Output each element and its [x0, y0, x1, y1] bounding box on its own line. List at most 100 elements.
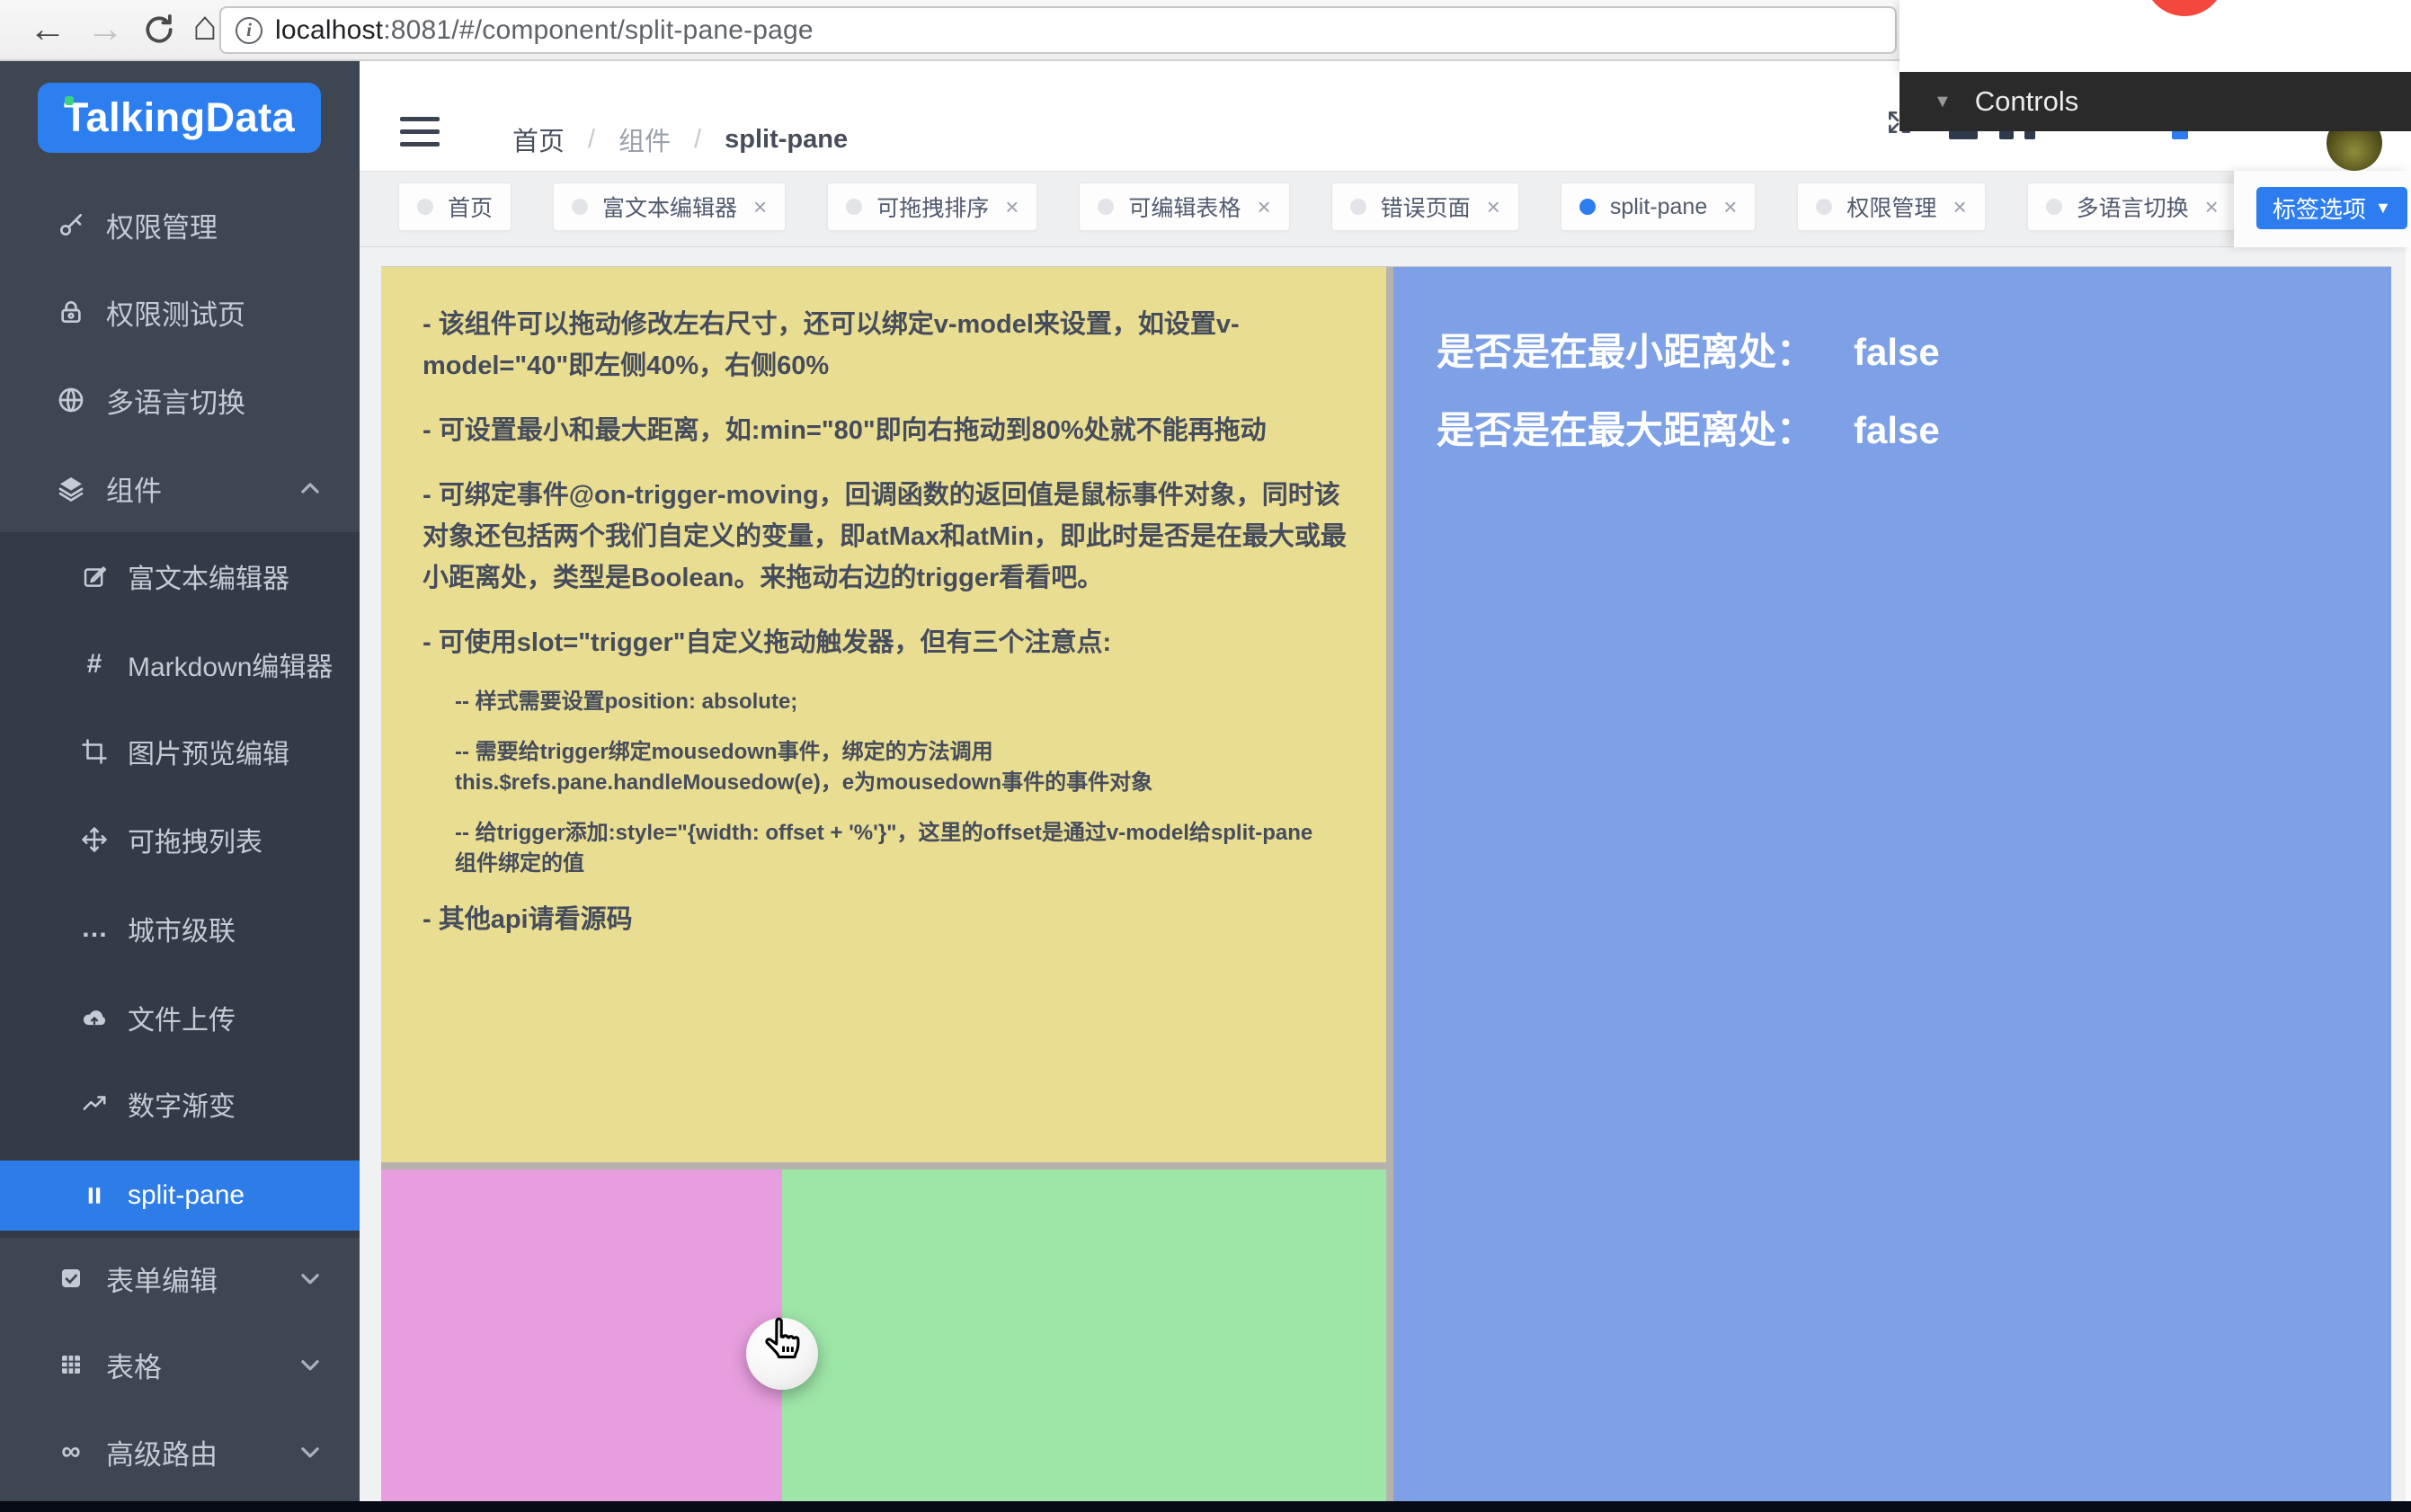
tag-label: 可拖拽排序: [876, 196, 990, 221]
hamburger-menu-icon[interactable]: [400, 117, 440, 155]
doc-bullet: - 其他api请看源码: [423, 905, 633, 934]
chevron-down-icon: [298, 1353, 322, 1376]
checkbox-icon: [56, 1265, 86, 1292]
sidebar-item-label: 城市级联: [128, 917, 236, 947]
user-icon[interactable]: [2024, 130, 2035, 139]
tag-label: 权限管理: [1846, 196, 1937, 221]
sidebar-item-label: 数字渐变: [128, 1092, 236, 1122]
locale-icon[interactable]: [2172, 130, 2188, 139]
doc-bullet: - 该组件可以拖动修改左右尺寸，还可以绑定v-model来设置，如设置v-mod…: [423, 310, 1240, 380]
status-readout: 是否是在最小距离处： false 是否是在最大距离处： false: [1437, 322, 1940, 478]
breadcrumb-home[interactable]: 首页: [512, 120, 565, 158]
document-icon[interactable]: [1949, 130, 1978, 139]
nested-pane-left: [381, 1170, 782, 1503]
tag-label: 多语言切换: [2076, 196, 2189, 221]
sidebar-item-label: 图片预览编辑: [128, 740, 289, 769]
controls-panel-header[interactable]: ▼ Controls: [1899, 72, 2411, 131]
tag-label: 富文本编辑器: [602, 196, 738, 221]
tag-home[interactable]: 首页: [398, 182, 512, 231]
sidebar-item-form-edit[interactable]: 表单编辑: [0, 1250, 360, 1307]
tag-options-panel: 标签选项 ▼: [2234, 171, 2411, 247]
sidebar: TalkingData 权限管理 权限测试页 多语言切换 组件 富文本编辑器 #…: [0, 61, 360, 1512]
tag-close-icon[interactable]: ×: [1953, 193, 1966, 221]
edit-icon: [79, 563, 110, 590]
chevron-down-icon: [298, 1440, 322, 1463]
sidebar-item-label: 可拖拽列表: [128, 828, 262, 858]
tag-dot-icon: [1816, 199, 1833, 215]
sidebar-item-label: 多语言切换: [106, 387, 245, 419]
globe-icon: [56, 386, 86, 414]
sidebar-item-permission-test[interactable]: 权限测试页: [0, 283, 360, 341]
tag-close-icon[interactable]: ×: [753, 193, 767, 221]
tag-close-icon[interactable]: ×: [2205, 193, 2219, 221]
doc-sub-bullet: -- 样式需要设置position: absolute;: [455, 689, 798, 714]
caret-down-icon: ▼: [2375, 199, 2391, 217]
sidebar-item-label: 表单编辑: [106, 1265, 218, 1297]
tag-dot-icon: [572, 199, 589, 215]
url-bar[interactable]: i localhost:8081/#/component/split-pane-…: [219, 6, 1897, 54]
lock-icon: [56, 298, 86, 326]
tag-label: 可编辑表格: [1128, 196, 1241, 221]
tag-dot-icon: [1349, 199, 1366, 215]
sidebar-item-draggable-list[interactable]: 可拖拽列表: [0, 810, 360, 869]
tag-label: 首页: [448, 196, 494, 221]
sidebar-item-table[interactable]: 表格: [0, 1336, 360, 1393]
info-icon[interactable]: i: [236, 16, 262, 44]
red-dot-icon: [2144, 0, 2225, 16]
sidebar-item-split-pane[interactable]: split-pane: [0, 1161, 360, 1231]
sidebar-item-label: 富文本编辑器: [128, 565, 289, 594]
key-icon: [56, 210, 86, 239]
tag-multilanguage[interactable]: 多语言切换 ×: [2026, 182, 2238, 231]
tag-split-pane[interactable]: split-pane ×: [1560, 182, 1757, 231]
breadcrumb-component[interactable]: 组件: [618, 120, 671, 158]
sidebar-item-file-upload[interactable]: 文件上传: [0, 988, 360, 1047]
devtools-overlay-panel: [1899, 0, 2411, 72]
sidebar-item-label: 权限测试页: [106, 298, 245, 331]
sidebar-item-multilanguage[interactable]: 多语言切换: [0, 371, 360, 429]
breadcrumb-current: split-pane: [725, 124, 849, 154]
hand-cursor-icon: [759, 1314, 811, 1371]
sidebar-item-markdown-editor[interactable]: # Markdown编辑器: [0, 635, 360, 694]
forward-icon[interactable]: →: [86, 7, 124, 50]
doc-text: - 该组件可以拖动修改左右尺寸，还可以绑定v-model来设置，如设置v-mod…: [423, 304, 1363, 964]
home-icon[interactable]: ⌂: [192, 4, 218, 47]
tag-error-page[interactable]: 错误页面 ×: [1330, 182, 1519, 231]
logo[interactable]: TalkingData: [38, 83, 321, 153]
sidebar-item-number-transition[interactable]: 数字渐变: [0, 1074, 360, 1134]
bottom-edge-strip: [0, 1501, 2411, 1512]
sidebar-item-label: Markdown编辑器: [128, 653, 334, 682]
tag-dot-icon: [846, 199, 863, 215]
tag-permission-management[interactable]: 权限管理 ×: [1797, 182, 1986, 231]
tag-rich-text-editor[interactable]: 富文本编辑器 ×: [553, 182, 787, 231]
sidebar-item-city-cascade[interactable]: … 城市级联: [0, 899, 360, 958]
tag-label: split-pane: [1609, 193, 1708, 219]
back-icon[interactable]: ←: [29, 7, 67, 50]
tag-options-button[interactable]: 标签选项 ▼: [2256, 187, 2407, 229]
logo-dot-icon: [65, 96, 74, 105]
tag-dot-icon: [2045, 199, 2062, 215]
sidebar-item-image-preview-edit[interactable]: 图片预览编辑: [0, 722, 360, 781]
tag-dot-icon: [1098, 199, 1115, 215]
sidebar-item-rich-text-editor[interactable]: 富文本编辑器: [0, 547, 360, 606]
trending-up-icon: [79, 1090, 110, 1117]
url-text: localhost:8081/#/component/split-pane-pa…: [275, 15, 814, 46]
status-value: false: [1854, 409, 1940, 451]
sidebar-item-permission-management[interactable]: 权限管理: [0, 196, 360, 253]
status-row-min: 是否是在最小距离处： false: [1437, 322, 1940, 377]
scrollbar-track[interactable]: [2406, 171, 2411, 1501]
tag-close-icon[interactable]: ×: [1487, 193, 1500, 221]
infinity-icon: ∞: [61, 1436, 81, 1466]
sidebar-item-advanced-routing[interactable]: ∞ 高级路由: [0, 1423, 360, 1481]
status-label: 是否是在最小距离处：: [1437, 331, 1815, 373]
tag-editable-table[interactable]: 可编辑表格 ×: [1079, 182, 1290, 231]
refresh-icon[interactable]: [142, 13, 176, 56]
sidebar-item-components[interactable]: 组件: [0, 459, 360, 517]
vertical-split-divider[interactable]: [1386, 267, 1393, 1503]
tag-draggable-sort[interactable]: 可拖拽排序 ×: [827, 182, 1038, 231]
bell-icon[interactable]: [1999, 130, 2014, 139]
tag-close-icon[interactable]: ×: [1723, 193, 1737, 221]
chevron-up-icon: [298, 476, 322, 500]
horizontal-split-divider[interactable]: [381, 1162, 1386, 1170]
tag-close-icon[interactable]: ×: [1257, 193, 1270, 221]
tag-close-icon[interactable]: ×: [1005, 193, 1019, 221]
